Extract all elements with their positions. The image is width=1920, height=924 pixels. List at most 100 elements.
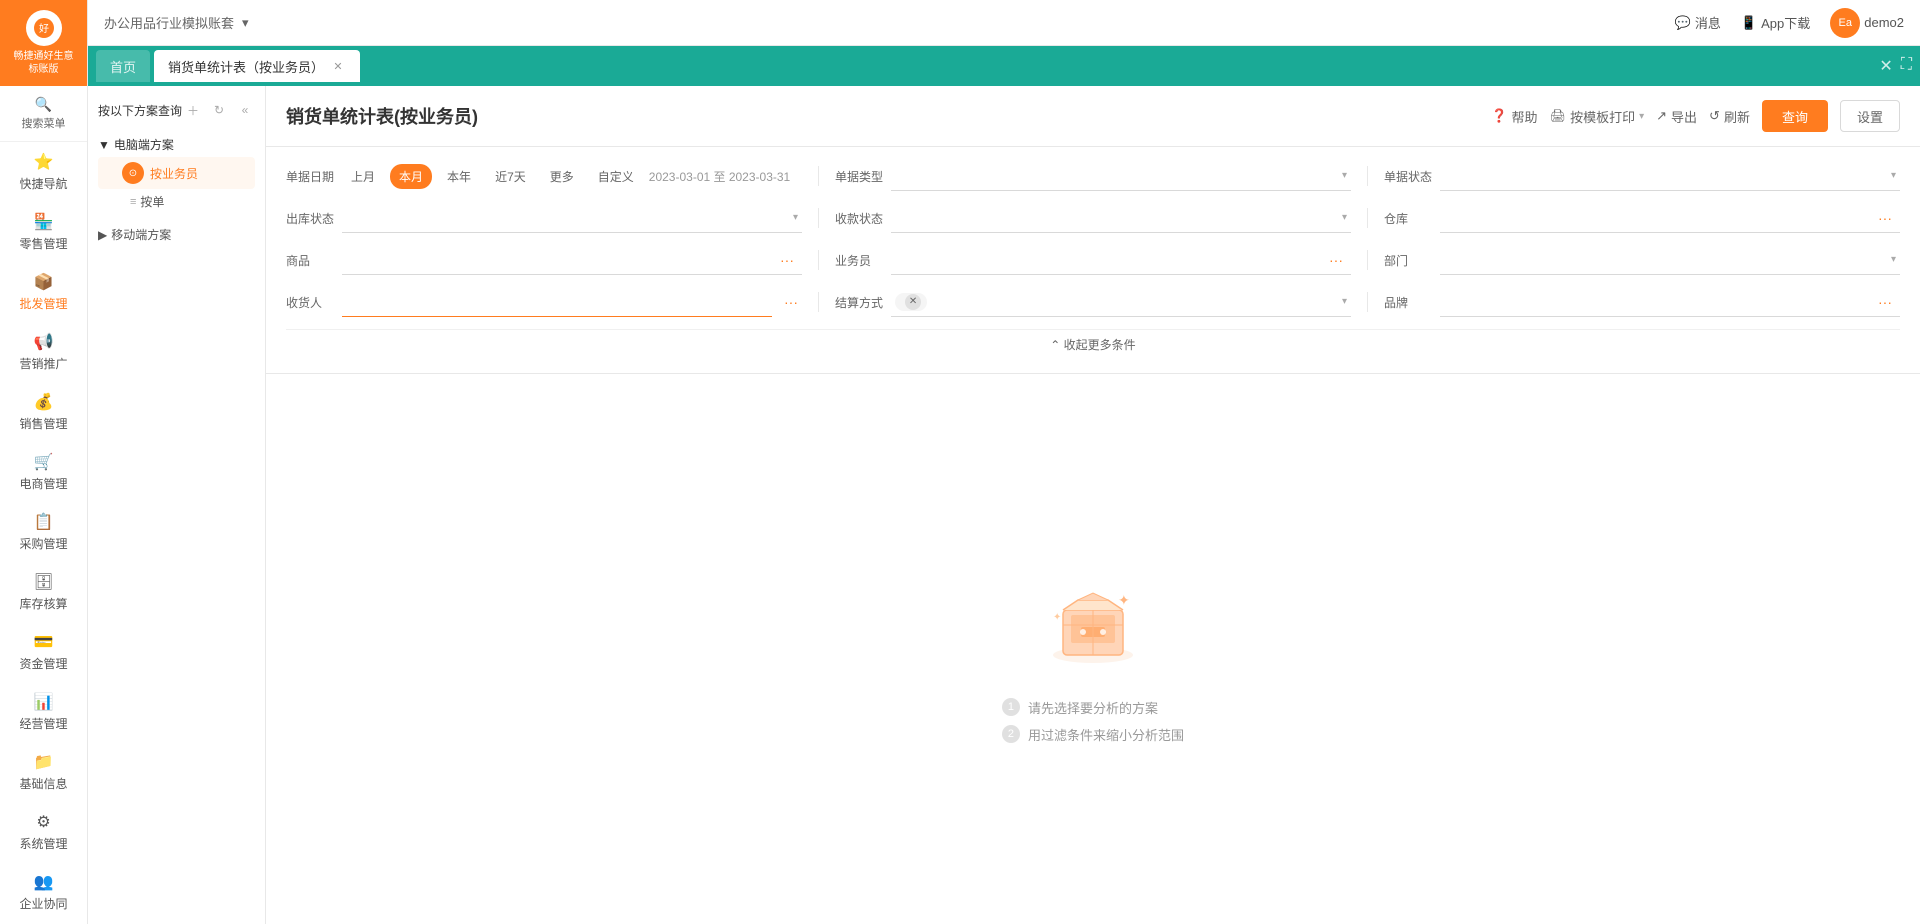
date-btn-this-year[interactable]: 本年 — [438, 164, 480, 189]
download-icon: 📱 — [1741, 15, 1757, 31]
breadcrumb-text: 办公用品行业模拟账套 — [104, 13, 234, 32]
dept-select[interactable]: ▾ — [1440, 245, 1900, 275]
sidebar-item-basic[interactable]: 📁 基础信息 — [0, 742, 87, 802]
doc-status-select[interactable]: ▾ — [1440, 161, 1900, 191]
tab-report[interactable]: 销货单统计表（按业务员） ✕ — [154, 50, 360, 82]
logo-icon: 好 — [26, 10, 62, 46]
sidebar-item-quicknav[interactable]: ⭐ 快捷导航 — [0, 142, 87, 202]
refresh-button[interactable]: ↺ 刷新 — [1709, 107, 1750, 126]
active-scheme-dot: ⊙ — [122, 162, 144, 184]
sidebar-item-ecom[interactable]: 🛒 电商管理 — [0, 442, 87, 502]
empty-illustration: ✦ ✦ — [1033, 555, 1153, 678]
pay-status-select[interactable]: ▾ — [891, 203, 1351, 233]
consignee-input[interactable] — [342, 287, 772, 317]
salesman-dots[interactable]: ··· — [1325, 252, 1347, 268]
export-button[interactable]: ↗ 导出 — [1656, 107, 1697, 126]
sales-icon: 💰 — [34, 392, 54, 412]
tab-home[interactable]: 首页 — [96, 50, 150, 82]
print-button[interactable]: 🖨 按模板打印 ▾ — [1550, 107, 1645, 126]
content-area: 按以下方案查询 ＋ ↻ « ▼ 电脑端方案 ⊙ 按业务员 ≡ 按 — [88, 86, 1920, 924]
quicknav-icon: ⭐ — [34, 152, 54, 172]
sidebar: 好 畅捷通好生意 标账版 🔍 搜索菜单 ⭐ 快捷导航 🏪 零售管理 📦 批发管理… — [0, 0, 88, 924]
refresh-scheme-button[interactable]: ↻ — [209, 100, 229, 120]
add-scheme-button[interactable]: ＋ — [183, 100, 203, 120]
brand-label: 品牌 — [1384, 294, 1432, 311]
settlement-label: 结算方式 — [835, 294, 883, 311]
basic-icon: 📁 — [34, 752, 54, 772]
date-btn-custom[interactable]: 自定义 — [589, 164, 643, 189]
collapse-panel-button[interactable]: « — [235, 100, 255, 120]
date-btn-more[interactable]: 更多 — [541, 164, 583, 189]
tab-close-button[interactable]: ✕ — [330, 58, 346, 74]
topbar-right: 💬 消息 📱 App下载 Ea demo2 — [1675, 8, 1904, 38]
goods-dots[interactable]: ··· — [776, 252, 798, 268]
sidebar-item-marketing[interactable]: 📢 营销推广 — [0, 322, 87, 382]
sidebar-item-inventory[interactable]: 🗄 库存核算 — [0, 562, 87, 622]
help-button[interactable]: ❓ 帮助 — [1491, 107, 1537, 126]
consignee-dots[interactable]: ··· — [780, 294, 802, 310]
scheme-item-order[interactable]: ≡ 按单 — [98, 189, 255, 214]
divider-6 — [1367, 250, 1368, 270]
divider-1 — [818, 166, 819, 186]
filter-settlement: 结算方式 ✕ ▾ — [835, 287, 1351, 317]
left-panel: 按以下方案查询 ＋ ↻ « ▼ 电脑端方案 ⊙ 按业务员 ≡ 按 — [88, 86, 266, 924]
operation-icon: 📊 — [34, 692, 54, 712]
filter-pay-status: 收款状态 ▾ — [835, 203, 1351, 233]
sidebar-item-wholesale[interactable]: 📦 批发管理 — [0, 262, 87, 322]
right-panel: 销货单统计表(按业务员) ❓ 帮助 🖨 按模板打印 ▾ ↗ — [266, 86, 1920, 924]
purchase-icon: 📋 — [34, 512, 54, 532]
scheme-salesman-label: 按业务员 — [150, 165, 198, 182]
sidebar-item-system[interactable]: ⚙ 系统管理 — [0, 802, 87, 862]
sidebar-item-purchase[interactable]: 📋 采购管理 — [0, 502, 87, 562]
message-button[interactable]: 💬 消息 — [1675, 13, 1721, 32]
settlement-tag-close[interactable]: ✕ — [905, 294, 921, 310]
warehouse-label: 仓库 — [1384, 210, 1432, 227]
out-status-label: 出库状态 — [286, 210, 334, 227]
query-button[interactable]: 查询 — [1762, 100, 1828, 132]
sidebar-item-sales[interactable]: 💰 销售管理 — [0, 382, 87, 442]
sidebar-item-retail[interactable]: 🏪 零售管理 — [0, 202, 87, 262]
app-download-button[interactable]: 📱 App下载 — [1741, 13, 1810, 32]
ecom-icon: 🛒 — [34, 452, 54, 472]
inventory-icon: 🗄 — [33, 572, 53, 592]
divider-7 — [818, 292, 819, 312]
out-status-chevron: ▾ — [793, 212, 798, 223]
warehouse-dots[interactable]: ··· — [1874, 210, 1896, 226]
brand-dots[interactable]: ··· — [1874, 294, 1896, 310]
left-panel-title: 按以下方案查询 — [98, 102, 182, 119]
mobile-group-title[interactable]: ▶ 移动端方案 — [98, 222, 255, 247]
user-menu[interactable]: Ea demo2 — [1830, 8, 1904, 38]
mobile-group-label: 移动端方案 — [111, 226, 171, 243]
sidebar-item-finance[interactable]: 💳 资金管理 — [0, 622, 87, 682]
logo-text: 畅捷通好生意 标账版 — [14, 50, 74, 76]
finance-icon: 💳 — [34, 632, 54, 652]
tab-maximize-button[interactable]: ⛶ — [1901, 56, 1912, 76]
date-btn-this-month[interactable]: 本月 — [390, 164, 432, 189]
filter-out-status: 出库状态 ▾ — [286, 203, 802, 233]
filter-brand: 品牌 ··· — [1384, 287, 1900, 317]
mobile-group-arrow: ▶ — [98, 228, 107, 242]
date-btn-7days[interactable]: 近7天 — [486, 164, 535, 189]
date-range-text: 2023-03-01 至 2023-03-31 — [649, 168, 790, 185]
wholesale-icon: 📦 — [34, 272, 54, 292]
pc-group-title[interactable]: ▼ 电脑端方案 — [98, 132, 255, 157]
sidebar-item-search[interactable]: 🔍 搜索菜单 — [0, 86, 87, 142]
dept-label: 部门 — [1384, 252, 1432, 269]
scheme-item-salesman[interactable]: ⊙ 按业务员 — [98, 157, 255, 189]
svg-text:好: 好 — [39, 23, 49, 35]
setting-button[interactable]: 设置 — [1840, 100, 1900, 132]
page-header: 销货单统计表(按业务员) ❓ 帮助 🖨 按模板打印 ▾ ↗ — [266, 86, 1920, 147]
filter-doc-status: 单据状态 ▾ — [1384, 161, 1900, 191]
sidebar-item-operation[interactable]: 📊 经营管理 — [0, 682, 87, 742]
print-icon: 🖨 — [1550, 108, 1567, 124]
sidebar-item-collab[interactable]: 👥 企业协同 — [0, 862, 87, 922]
doc-type-select[interactable]: ▾ — [891, 161, 1351, 191]
settlement-select[interactable]: ✕ ▾ — [891, 287, 1351, 317]
out-status-select[interactable]: ▾ — [342, 203, 802, 233]
divider-3 — [818, 208, 819, 228]
message-icon: 💬 — [1675, 15, 1691, 31]
salesman-label: 业务员 — [835, 252, 883, 269]
date-btn-last-month[interactable]: 上月 — [342, 164, 384, 189]
tab-close-all-button[interactable]: ✕ — [1879, 56, 1892, 76]
collapse-filters-button[interactable]: ⌃ 收起更多条件 — [286, 329, 1900, 359]
